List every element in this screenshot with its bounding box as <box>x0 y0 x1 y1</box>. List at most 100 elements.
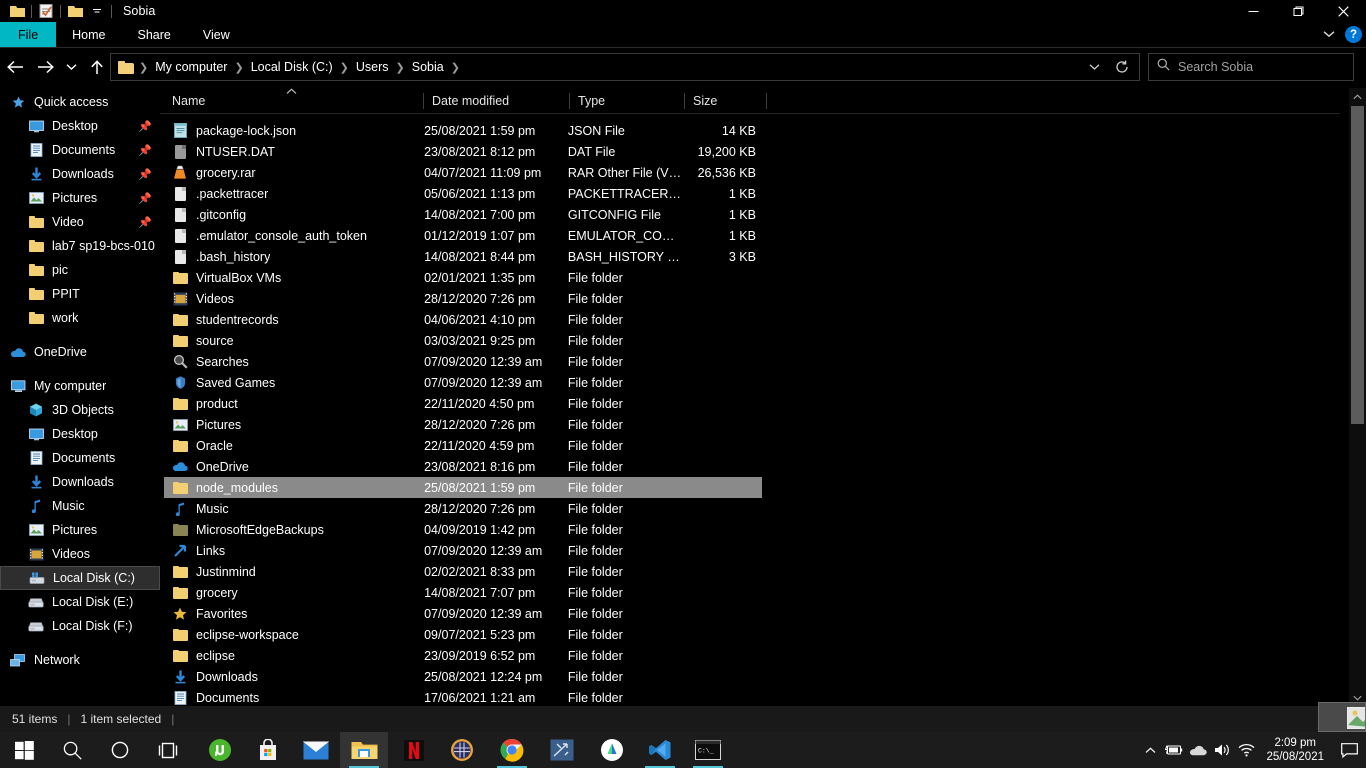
mail-icon[interactable] <box>292 732 340 768</box>
sidebar-item-3d-objects[interactable]: 3D Objects <box>0 398 160 422</box>
sidebar-item-pictures-2[interactable]: Pictures <box>0 518 160 542</box>
file-list-pane[interactable]: Name Date modified Type Size package-loc… <box>160 88 1366 706</box>
pin-icon[interactable]: 📌 <box>138 144 152 157</box>
table-row[interactable]: Videos 28/12/2020 7:26 pm File folder <box>164 288 762 309</box>
sidebar-item-network[interactable]: Network <box>0 648 160 672</box>
battery-charging-icon[interactable] <box>1162 732 1186 768</box>
netflix-icon[interactable] <box>390 732 438 768</box>
system-tray[interactable]: 2:09 pm 25/08/2021 <box>1138 732 1366 768</box>
chrome-icon[interactable] <box>488 732 536 768</box>
vscode-icon[interactable] <box>636 732 684 768</box>
pin-icon[interactable]: 📌 <box>138 168 152 181</box>
sidebar-group-my-computer[interactable]: My computer <box>0 374 160 398</box>
quick-access-dropdown-icon[interactable] <box>86 0 108 22</box>
up-button[interactable] <box>82 51 112 83</box>
table-row[interactable]: Music 28/12/2020 7:26 pm File folder <box>164 498 762 519</box>
chevron-up-icon[interactable] <box>1138 732 1162 768</box>
utorrent-icon[interactable] <box>196 732 244 768</box>
table-row[interactable]: Documents 17/06/2021 1:21 am File folder <box>164 687 762 708</box>
sidebar-item-video[interactable]: Video 📌 <box>0 210 160 234</box>
table-row[interactable]: Pictures 28/12/2020 7:26 pm File folder <box>164 414 762 435</box>
sidebar-item-local-disk-c[interactable]: Local Disk (C:) <box>0 566 160 590</box>
table-row[interactable]: NTUSER.DAT 23/08/2021 8:12 pm DAT File 19,2… <box>164 141 762 162</box>
sidebar-item-local-disk-e[interactable]: Local Disk (E:) <box>0 590 160 614</box>
forward-button[interactable] <box>30 51 60 83</box>
sidebar-item-pictures[interactable]: Pictures 📌 <box>0 186 160 210</box>
sidebar-item-desktop-2[interactable]: Desktop <box>0 422 160 446</box>
maximize-button[interactable] <box>1276 0 1321 22</box>
table-row[interactable]: .packettracer 05/06/2021 1:13 pm PACKETTRA… <box>164 183 762 204</box>
column-header-size[interactable]: Size <box>685 88 767 114</box>
table-row[interactable]: VirtualBox VMs 02/01/2021 1:35 pm File fol… <box>164 267 762 288</box>
minimize-button[interactable] <box>1231 0 1276 22</box>
pin-icon[interactable]: 📌 <box>138 192 152 205</box>
file-explorer-icon[interactable] <box>340 732 388 768</box>
jetbrains-icon[interactable] <box>438 732 486 768</box>
volume-icon[interactable] <box>1210 732 1234 768</box>
column-header-type[interactable]: Type <box>570 88 685 114</box>
table-row[interactable]: Oracle 22/11/2020 4:59 pm File folder <box>164 435 762 456</box>
sidebar-item-pic[interactable]: pic <box>0 258 160 282</box>
scrollbar-thumb[interactable] <box>1351 106 1364 424</box>
android-studio-icon[interactable] <box>588 732 636 768</box>
chevron-down-icon[interactable] <box>1080 53 1108 81</box>
pin-icon[interactable]: 📌 <box>138 120 152 133</box>
sidebar-item-ppit[interactable]: PPIT <box>0 282 160 306</box>
table-row[interactable]: Searches 07/09/2020 12:39 am File folder <box>164 351 762 372</box>
sidebar-item-local-disk-f[interactable]: Local Disk (F:) <box>0 614 160 638</box>
recent-locations-icon[interactable] <box>60 51 82 83</box>
sidebar-group-quick-access[interactable]: Quick access <box>0 90 160 114</box>
table-row[interactable]: package-lock.json 25/08/2021 1:59 pm JSON … <box>164 120 762 141</box>
wifi-icon[interactable] <box>1234 732 1258 768</box>
table-row[interactable]: Favorites 07/09/2020 12:39 am File folder <box>164 603 762 624</box>
breadcrumb-item-my-computer[interactable]: My computer <box>149 60 233 74</box>
sidebar-item-desktop[interactable]: Desktop 📌 <box>0 114 160 138</box>
sidebar-item-documents-2[interactable]: Documents <box>0 446 160 470</box>
tab-view[interactable]: View <box>187 22 246 47</box>
table-row[interactable]: Saved Games 07/09/2020 12:39 am File folde… <box>164 372 762 393</box>
breadcrumb-item-sobia[interactable]: Sobia <box>406 60 450 74</box>
sidebar-item-lab7[interactable]: lab7 sp19-bcs-010 <box>0 234 160 258</box>
chevron-down-icon[interactable] <box>1323 29 1335 41</box>
breadcrumb-item-users[interactable]: Users <box>350 60 395 74</box>
sidebar-item-onedrive[interactable]: OneDrive <box>0 340 160 364</box>
column-divider[interactable] <box>766 92 767 109</box>
vertical-scrollbar[interactable] <box>1349 88 1366 706</box>
table-row[interactable]: node_modules 25/08/2021 1:59 pm File folde… <box>164 477 762 498</box>
table-row[interactable]: .bash_history 14/08/2021 8:44 pm BASH_HIST… <box>164 246 762 267</box>
taskbar[interactable]: C:\_ 2:09 pm 25/08/2021 <box>0 732 1366 768</box>
sidebar-item-music[interactable]: Music <box>0 494 160 518</box>
close-button[interactable] <box>1321 0 1366 22</box>
action-center-icon[interactable] <box>1332 732 1366 768</box>
clock[interactable]: 2:09 pm 25/08/2021 <box>1258 736 1332 764</box>
table-row[interactable]: eclipse-workspace 09/07/2021 5:23 pm File … <box>164 624 762 645</box>
table-row[interactable]: .emulator_console_auth_token 01/12/2019 1… <box>164 225 762 246</box>
scroll-up-icon[interactable] <box>1349 88 1366 105</box>
sidebar-item-documents[interactable]: Documents 📌 <box>0 138 160 162</box>
start-button[interactable] <box>0 732 48 768</box>
breadcrumb[interactable]: ❯ My computer ❯ Local Disk (C:) ❯ Users … <box>110 53 1140 81</box>
taskbar-thumbnail-preview[interactable] <box>1318 702 1366 732</box>
onedrive-cloud-icon[interactable] <box>1186 732 1210 768</box>
packet-tracer-icon[interactable] <box>538 732 586 768</box>
help-button[interactable]: ? <box>1345 26 1362 43</box>
folder-icon[interactable] <box>6 0 28 22</box>
table-row[interactable]: .gitconfig 14/08/2021 7:00 pm GITCONFIG Fi… <box>164 204 762 225</box>
new-folder-icon[interactable] <box>64 0 86 22</box>
tab-file[interactable]: File <box>0 22 57 47</box>
sidebar-item-downloads-2[interactable]: Downloads <box>0 470 160 494</box>
breadcrumb-item-local-disk-c[interactable]: Local Disk (C:) <box>245 60 339 74</box>
column-header-date-modified[interactable]: Date modified <box>424 88 570 114</box>
refresh-icon[interactable] <box>1108 53 1136 81</box>
table-row[interactable]: Links 07/09/2020 12:39 am File folder <box>164 540 762 561</box>
table-row[interactable]: OneDrive 23/08/2021 8:16 pm File folder <box>164 456 762 477</box>
microsoft-store-icon[interactable] <box>244 732 292 768</box>
tab-home[interactable]: Home <box>56 22 121 47</box>
command-prompt-icon[interactable]: C:\_ <box>684 732 732 768</box>
column-header-row[interactable]: Name Date modified Type Size <box>160 88 1340 114</box>
cortana-icon[interactable] <box>96 732 144 768</box>
navigation-pane[interactable]: Quick access Desktop 📌 Documents 📌 Downl… <box>0 88 160 706</box>
taskbar-search-icon[interactable] <box>48 732 96 768</box>
table-row[interactable]: grocery 14/08/2021 7:07 pm File folder <box>164 582 762 603</box>
table-row[interactable]: grocery.rar 04/07/2021 11:09 pm RAR Other … <box>164 162 762 183</box>
